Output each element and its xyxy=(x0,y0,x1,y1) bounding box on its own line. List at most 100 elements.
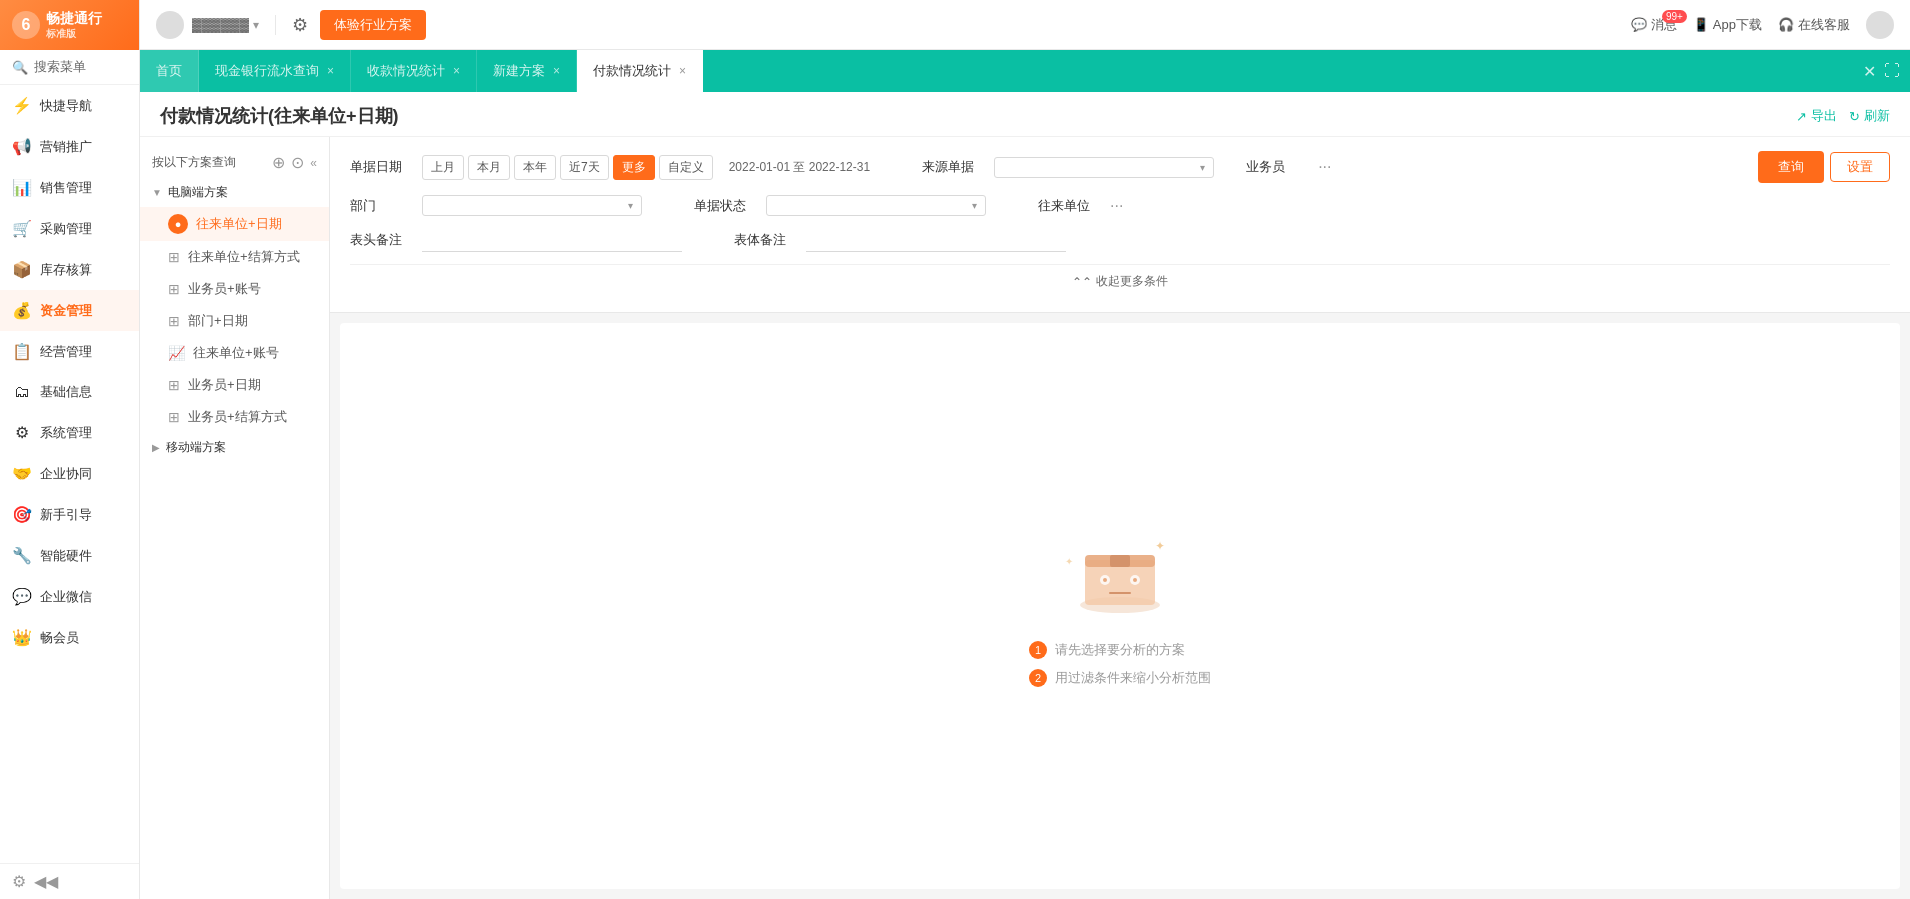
scheme-settings-icon[interactable]: ⊙ xyxy=(291,153,304,172)
scheme-unit-settle[interactable]: ⊞ 往来单位+结算方式 xyxy=(140,241,329,273)
desktop-group-label: 电脑端方案 xyxy=(168,184,228,201)
expand-window-icon[interactable]: ⛶ xyxy=(1884,62,1900,80)
sidebar-settings-icon[interactable]: ⚙ xyxy=(12,872,26,891)
collapse-more-btn[interactable]: ⌃⌃ 收起更多条件 xyxy=(350,264,1890,298)
tab-bar: 首页 现金银行流水查询 × 收款情况统计 × 新建方案 × 付款情况统计 × ✕… xyxy=(140,50,1910,92)
staff-ellipsis[interactable]: ··· xyxy=(1318,158,1331,176)
tab-bank-flow-close[interactable]: × xyxy=(327,64,334,78)
phone-icon: 📱 xyxy=(1693,17,1709,32)
refresh-button[interactable]: ↻ 刷新 xyxy=(1849,107,1890,125)
tab-home[interactable]: 首页 xyxy=(140,50,199,92)
tab-receipt-stat-close[interactable]: × xyxy=(453,64,460,78)
sidebar-item-hardware[interactable]: 🔧 智能硬件 xyxy=(0,535,139,576)
sidebar-item-label: 快捷导航 xyxy=(40,97,92,115)
sidebar-item-capital[interactable]: 💰 资金管理 xyxy=(0,290,139,331)
related-unit-ellipsis[interactable]: ··· xyxy=(1110,197,1123,215)
query-actions: 查询 设置 xyxy=(1758,151,1890,183)
scheme-unit-account[interactable]: 📈 往来单位+账号 xyxy=(140,337,329,369)
scheme-staff-account[interactable]: ⊞ 业务员+账号 xyxy=(140,273,329,305)
scheme-panel: 按以下方案查询 ⊕ ⊙ « ▼ 电脑端方案 ● 往来单位+日期 ⊞ 往来单位+结… xyxy=(140,137,330,899)
close-window-icon[interactable]: ✕ xyxy=(1863,62,1876,81)
source-bill-label: 来源单据 xyxy=(922,158,982,176)
workspace-selector[interactable]: ▓▓▓▓▓▓ ▾ xyxy=(156,11,259,39)
tab-new-scheme-close[interactable]: × xyxy=(553,64,560,78)
sidebar-footer: ⚙ ◀◀ xyxy=(0,863,139,899)
scheme-staff-settle[interactable]: ⊞ 业务员+结算方式 xyxy=(140,401,329,433)
staff-label: 业务员 xyxy=(1246,158,1306,176)
query-button[interactable]: 查询 xyxy=(1758,151,1824,183)
user-avatar[interactable] xyxy=(1866,11,1894,39)
app-name: 畅捷通行 xyxy=(46,10,102,27)
messages-btn[interactable]: 💬 消息 99+ xyxy=(1631,16,1677,34)
sidebar-item-quick-nav[interactable]: ⚡ 快捷导航 xyxy=(0,85,139,126)
tab-bank-flow-label: 现金银行流水查询 xyxy=(215,62,319,80)
bill-status-arrow: ▾ xyxy=(972,200,977,211)
settings-small-button[interactable]: 设置 xyxy=(1830,152,1890,182)
dept-select[interactable]: ▾ xyxy=(422,195,642,216)
dept-arrow: ▾ xyxy=(628,200,633,211)
sidebar-item-system[interactable]: ⚙ 系统管理 xyxy=(0,412,139,453)
tab-receipt-stat[interactable]: 收款情况统计 × xyxy=(351,50,477,92)
table-header-note-input[interactable] xyxy=(422,228,682,252)
bill-status-label: 单据状态 xyxy=(694,197,754,215)
date-btn-more[interactable]: 更多 xyxy=(613,155,655,180)
tab-payment-stat[interactable]: 付款情况统计 × xyxy=(577,50,703,92)
sidebar-item-label: 采购管理 xyxy=(40,220,92,238)
app-download-btn[interactable]: 📱 App下载 xyxy=(1693,16,1762,34)
hint-num-1: 1 xyxy=(1029,641,1047,659)
date-label: 单据日期 xyxy=(350,158,410,176)
sidebar-item-member[interactable]: 👑 畅会员 xyxy=(0,617,139,658)
scheme-staff-date[interactable]: ⊞ 业务员+日期 xyxy=(140,369,329,401)
scheme-collapse-icon[interactable]: « xyxy=(310,156,317,170)
filter-row-3: 表头备注 表体备注 xyxy=(350,228,1890,252)
sidebar-item-purchase[interactable]: 🛒 采购管理 xyxy=(0,208,139,249)
scheme-unit-date[interactable]: ● 往来单位+日期 xyxy=(140,207,329,241)
trial-button[interactable]: 体验行业方案 xyxy=(320,10,426,40)
desktop-group-arrow: ▼ xyxy=(152,187,162,198)
svg-point-7 xyxy=(1133,578,1137,582)
top-header: ▓▓▓▓▓▓ ▾ ⚙ 体验行业方案 💬 消息 99+ 📱 App下载 🎧 在线客… xyxy=(140,0,1910,50)
scheme-item-label: 往来单位+账号 xyxy=(193,344,279,362)
date-btn-7days[interactable]: 近7天 xyxy=(560,155,609,180)
mobile-scheme-group[interactable]: ▶ 移动端方案 xyxy=(140,433,329,462)
workspace-avatar xyxy=(156,11,184,39)
business-icon: 📋 xyxy=(12,342,32,361)
date-btn-this-month[interactable]: 本月 xyxy=(468,155,510,180)
collapse-arrow-icon: ⌃⌃ xyxy=(1072,275,1092,289)
header-settings-icon[interactable]: ⚙ xyxy=(292,14,308,36)
bill-status-select[interactable]: ▾ xyxy=(766,195,986,216)
table-body-note-input[interactable] xyxy=(806,228,1066,252)
page-title: 付款情况统计(往来单位+日期) xyxy=(160,104,399,128)
empty-illustration: ✦ ✦ xyxy=(1060,525,1180,625)
related-unit-label: 往来单位 xyxy=(1038,197,1098,215)
scheme-table-icon: ⊞ xyxy=(168,281,180,297)
sidebar-item-sales[interactable]: 📊 销售管理 xyxy=(0,167,139,208)
online-service-btn[interactable]: 🎧 在线客服 xyxy=(1778,16,1850,34)
source-bill-select[interactable]: ▾ xyxy=(994,157,1214,178)
date-btn-this-year[interactable]: 本年 xyxy=(514,155,556,180)
sidebar-item-guide[interactable]: 🎯 新手引导 xyxy=(0,494,139,535)
sidebar-item-marketing[interactable]: 📢 营销推广 xyxy=(0,126,139,167)
sidebar-item-basic[interactable]: 🗂 基础信息 xyxy=(0,372,139,412)
scheme-table-icon: ⊞ xyxy=(168,409,180,425)
desktop-scheme-group[interactable]: ▼ 电脑端方案 xyxy=(140,178,329,207)
sidebar-item-enterprise[interactable]: 🤝 企业协同 xyxy=(0,453,139,494)
sidebar-item-inventory[interactable]: 📦 库存核算 xyxy=(0,249,139,290)
table-header-note-label: 表头备注 xyxy=(350,231,410,249)
date-btn-last-month[interactable]: 上月 xyxy=(422,155,464,180)
tab-bank-flow[interactable]: 现金银行流水查询 × xyxy=(199,50,351,92)
scheme-dept-date[interactable]: ⊞ 部门+日期 xyxy=(140,305,329,337)
tab-payment-stat-close[interactable]: × xyxy=(679,64,686,78)
hint-num-2: 2 xyxy=(1029,669,1047,687)
headset-icon: 🎧 xyxy=(1778,17,1794,32)
sidebar-item-weixin[interactable]: 💬 企业微信 xyxy=(0,576,139,617)
date-btn-custom[interactable]: 自定义 xyxy=(659,155,713,180)
sidebar-collapse-icon[interactable]: ◀◀ xyxy=(34,872,58,891)
add-scheme-icon[interactable]: ⊕ xyxy=(272,153,285,172)
tab-new-scheme[interactable]: 新建方案 × xyxy=(477,50,577,92)
search-menu[interactable]: 🔍 搜索菜单 xyxy=(0,50,139,85)
export-button[interactable]: ↗ 导出 xyxy=(1796,107,1837,125)
sidebar-item-business[interactable]: 📋 经营管理 xyxy=(0,331,139,372)
tab-receipt-stat-label: 收款情况统计 xyxy=(367,62,445,80)
mobile-group-arrow: ▶ xyxy=(152,442,160,453)
